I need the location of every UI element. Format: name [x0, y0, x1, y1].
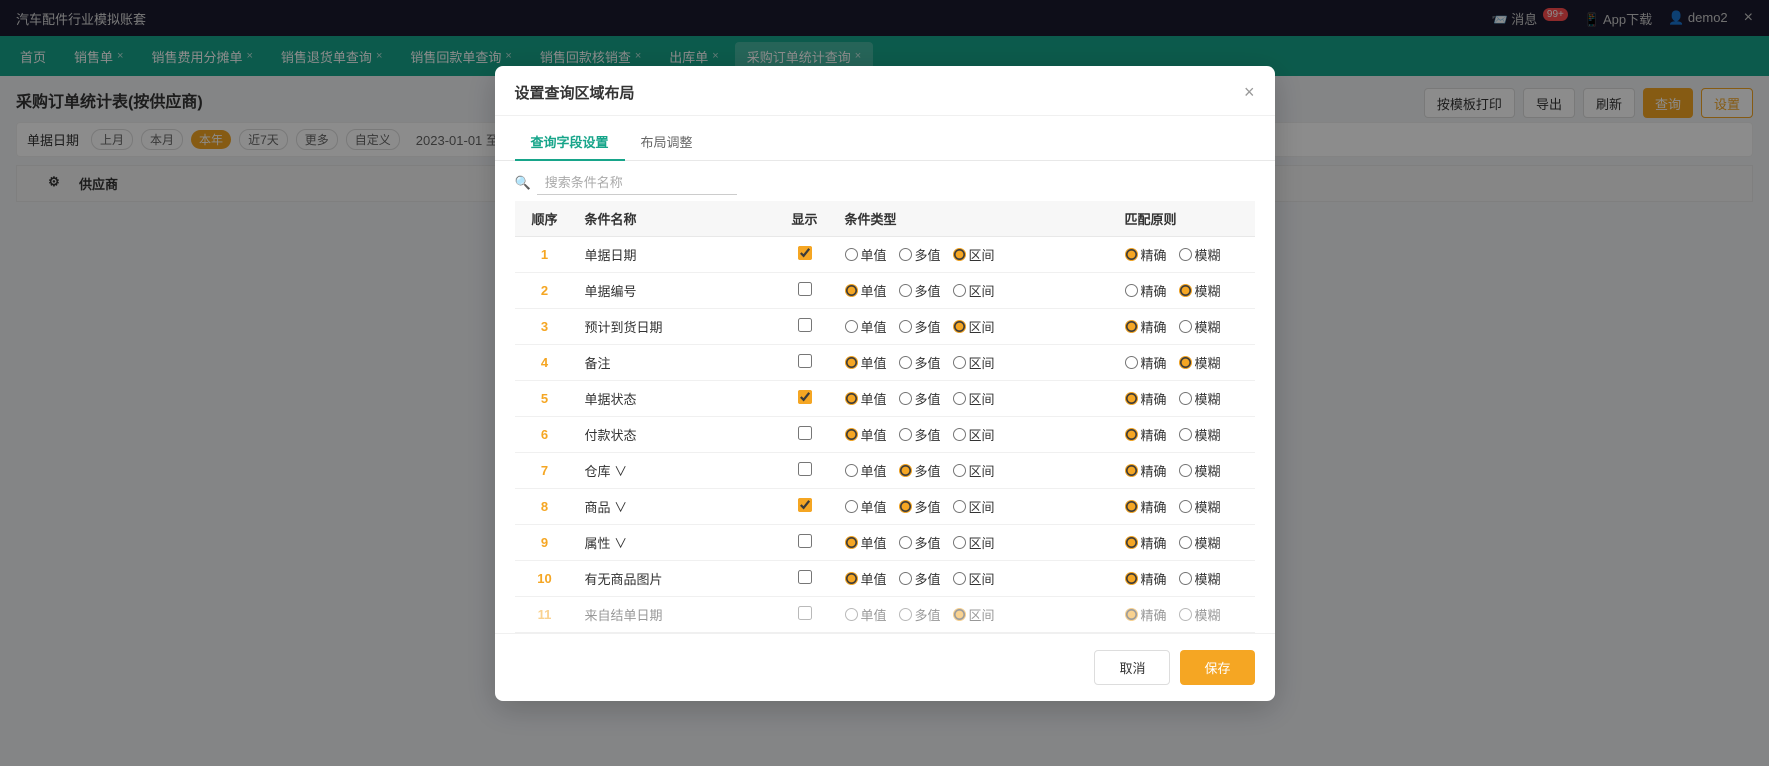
search-input[interactable] [537, 171, 737, 195]
row-seq: 9 [515, 524, 575, 560]
row-display[interactable] [775, 452, 835, 488]
table-row: 3预计到货日期 单值多值区间精确模糊 [515, 308, 1255, 344]
cancel-button[interactable]: 取消 [1094, 650, 1170, 685]
table-row: 10有无商品图片 单值多值区间精确模糊 [515, 560, 1255, 596]
row-display[interactable] [775, 344, 835, 380]
tab-layout[interactable]: 布局调整 [625, 124, 709, 161]
table-row: 11来自结单日期 单值多值区间精确模糊 [515, 596, 1255, 632]
row-seq: 3 [515, 308, 575, 344]
row-match: 精确模糊 [1115, 308, 1255, 344]
search-icon: 🔍 [515, 175, 531, 191]
row-seq: 2 [515, 272, 575, 308]
row-display[interactable] [775, 272, 835, 308]
row-type: 单值多值区间 [835, 596, 1115, 632]
row-display[interactable] [775, 488, 835, 524]
row-match: 精确模糊 [1115, 272, 1255, 308]
table-row: 4备注 单值多值区间精确模糊 [515, 344, 1255, 380]
row-type: 单值多值区间 [835, 524, 1115, 560]
row-type: 单值多值区间 [835, 344, 1115, 380]
row-name: 有无商品图片 [575, 560, 775, 596]
conditions-table: 顺序 条件名称 显示 条件类型 匹配原则 1单据日期单值多值区间精确模糊2单据编… [515, 201, 1255, 633]
col-name: 条件名称 [575, 201, 775, 237]
table-row: 2单据编号 单值多值区间精确模糊 [515, 272, 1255, 308]
table-row: 9属性 ∨ 单值多值区间精确模糊 [515, 524, 1255, 560]
row-type: 单值多值区间 [835, 452, 1115, 488]
row-type: 单值多值区间 [835, 380, 1115, 416]
row-name: 来自结单日期 [575, 596, 775, 632]
row-display[interactable] [775, 596, 835, 632]
row-type: 单值多值区间 [835, 272, 1115, 308]
row-name: 商品 ∨ [575, 488, 775, 524]
row-display[interactable] [775, 560, 835, 596]
row-match: 精确模糊 [1115, 416, 1255, 452]
dialog-footer: 取消 保存 [495, 633, 1275, 701]
row-display[interactable] [775, 416, 835, 452]
row-name: 单据状态 [575, 380, 775, 416]
tab-query-field[interactable]: 查询字段设置 [515, 124, 625, 161]
dialog-table-container: 顺序 条件名称 显示 条件类型 匹配原则 1单据日期单值多值区间精确模糊2单据编… [495, 201, 1275, 633]
row-match: 精确模糊 [1115, 560, 1255, 596]
row-display[interactable] [775, 236, 835, 272]
row-type: 单值多值区间 [835, 236, 1115, 272]
row-seq: 5 [515, 380, 575, 416]
table-row: 5单据状态 单值多值区间精确模糊 [515, 380, 1255, 416]
row-type: 单值多值区间 [835, 488, 1115, 524]
row-match: 精确模糊 [1115, 488, 1255, 524]
dialog-close-button[interactable]: × [1244, 83, 1255, 101]
row-type: 单值多值区间 [835, 308, 1115, 344]
row-name: 单据编号 [575, 272, 775, 308]
dialog: 设置查询区域布局 × 查询字段设置 布局调整 🔍 顺序 条件名称 显示 条件类型 [495, 66, 1275, 701]
row-seq: 10 [515, 560, 575, 596]
row-match: 精确模糊 [1115, 596, 1255, 632]
row-seq: 8 [515, 488, 575, 524]
table-row: 7仓库 ∨ 单值多值区间精确模糊 [515, 452, 1255, 488]
row-match: 精确模糊 [1115, 380, 1255, 416]
dialog-header: 设置查询区域布局 × [495, 66, 1275, 116]
row-name: 预计到货日期 [575, 308, 775, 344]
row-match: 精确模糊 [1115, 524, 1255, 560]
row-display[interactable] [775, 524, 835, 560]
row-seq: 1 [515, 236, 575, 272]
row-display[interactable] [775, 380, 835, 416]
row-seq: 4 [515, 344, 575, 380]
row-name: 属性 ∨ [575, 524, 775, 560]
row-type: 单值多值区间 [835, 560, 1115, 596]
row-match: 精确模糊 [1115, 452, 1255, 488]
table-row: 6付款状态 单值多值区间精确模糊 [515, 416, 1255, 452]
save-button[interactable]: 保存 [1180, 650, 1254, 685]
row-name: 付款状态 [575, 416, 775, 452]
col-seq: 顺序 [515, 201, 575, 237]
row-name: 单据日期 [575, 236, 775, 272]
row-name: 仓库 ∨ [575, 452, 775, 488]
col-type: 条件类型 [835, 201, 1115, 237]
dialog-search-bar: 🔍 [495, 161, 1275, 201]
col-match: 匹配原则 [1115, 201, 1255, 237]
row-seq: 6 [515, 416, 575, 452]
col-display: 显示 [775, 201, 835, 237]
modal-overlay: 设置查询区域布局 × 查询字段设置 布局调整 🔍 顺序 条件名称 显示 条件类型 [0, 0, 1769, 766]
table-row: 8商品 ∨ 单值多值区间精确模糊 [515, 488, 1255, 524]
row-seq: 11 [515, 596, 575, 632]
dialog-tabs: 查询字段设置 布局调整 [495, 116, 1275, 161]
row-type: 单值多值区间 [835, 416, 1115, 452]
row-display[interactable] [775, 308, 835, 344]
dialog-title: 设置查询区域布局 [515, 82, 635, 103]
row-match: 精确模糊 [1115, 344, 1255, 380]
row-match: 精确模糊 [1115, 236, 1255, 272]
row-name: 备注 [575, 344, 775, 380]
table-row: 1单据日期 单值多值区间精确模糊 [515, 236, 1255, 272]
row-seq: 7 [515, 452, 575, 488]
